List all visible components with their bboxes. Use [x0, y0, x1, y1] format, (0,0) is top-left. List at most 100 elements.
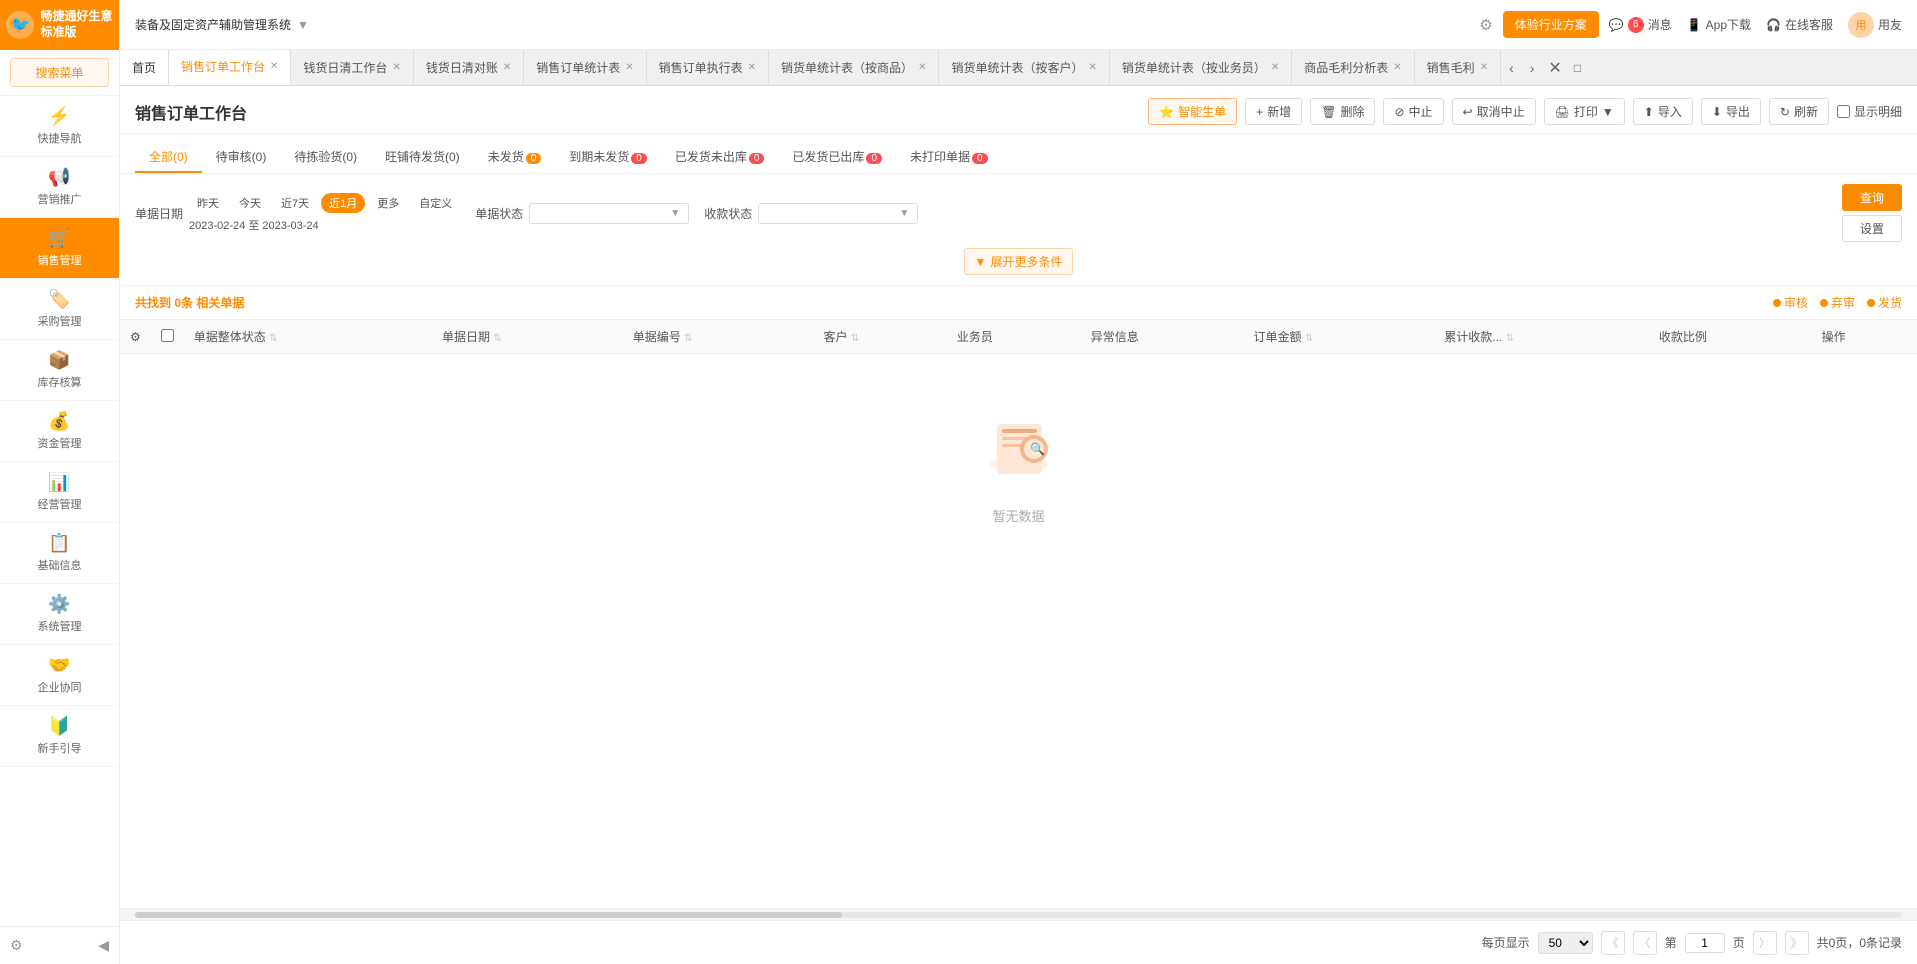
refresh-button[interactable]: ↻ 刷新	[1769, 98, 1829, 125]
col-amount[interactable]: 订单金额 ⇅	[1243, 320, 1434, 354]
pagination-last-btn[interactable]: 》	[1785, 931, 1809, 955]
filter-setting-button[interactable]: 设置	[1842, 215, 1902, 242]
tab-close-sales-profit[interactable]: ✕	[1480, 62, 1488, 73]
sub-tab-not-shipped[interactable]: 未发货0	[474, 142, 556, 173]
pagination-next-btn[interactable]: 〉	[1753, 931, 1777, 955]
tab-sales-workbench[interactable]: 销售订单工作台 ✕	[169, 50, 291, 86]
user-item[interactable]: 用 用友	[1848, 12, 1902, 38]
show-details-checkbox[interactable]	[1837, 105, 1850, 118]
col-settings[interactable]: ⚙	[120, 320, 151, 354]
query-button[interactable]: 查询	[1842, 184, 1902, 211]
filter-date-today[interactable]: 今天	[231, 193, 269, 213]
sidebar-settings-icon[interactable]: ⚙	[10, 937, 23, 954]
horizontal-scrollbar[interactable]	[120, 908, 1917, 920]
online-service-item[interactable]: 🎧 在线客服	[1766, 16, 1833, 33]
message-item[interactable]: 💬 6 消息	[1609, 16, 1672, 33]
tab-sales-stats[interactable]: 销售订单统计表 ✕	[524, 50, 646, 86]
tabs-expand[interactable]: □	[1568, 61, 1587, 75]
tab-sales-exec[interactable]: 销售订单执行表 ✕	[647, 50, 769, 86]
sub-tab-overdue-not-shipped[interactable]: 到期未发货0	[555, 142, 661, 173]
review-action-btn[interactable]: 审核	[1773, 294, 1808, 311]
industry-solution-button[interactable]: 体验行业方案	[1503, 11, 1599, 38]
tab-close-sales-summary-product[interactable]: ✕	[918, 62, 926, 73]
tab-sales-summary-product[interactable]: 销货单统计表（按商品） ✕	[769, 50, 939, 86]
sub-tab-pending-inspect[interactable]: 待拣验货(0)	[280, 142, 371, 173]
pagination-first-btn[interactable]: 《	[1601, 931, 1625, 955]
tab-close-gross-profit[interactable]: ✕	[1393, 62, 1401, 73]
sub-tab-wangpu[interactable]: 旺铺待发货(0)	[371, 142, 474, 173]
sidebar-item-purchase[interactable]: 🏷️ 采购管理	[0, 279, 119, 340]
export-button[interactable]: ⬇ 导出	[1701, 98, 1761, 125]
tab-gross-profit[interactable]: 商品毛利分析表 ✕	[1292, 50, 1414, 86]
tab-sales-profit[interactable]: 销售毛利 ✕	[1415, 50, 1501, 86]
tab-close-sales-exec[interactable]: ✕	[748, 62, 756, 73]
tab-sales-summary-staff[interactable]: 销货单统计表（按业务员） ✕	[1110, 50, 1292, 86]
sidebar-item-operations[interactable]: 📊 经营管理	[0, 462, 119, 523]
col-number[interactable]: 单据编号 ⇅	[623, 320, 814, 354]
sub-tab-not-printed[interactable]: 未打印单据0	[896, 142, 1002, 173]
sidebar-item-guide[interactable]: 🔰 新手引导	[0, 706, 119, 767]
add-button[interactable]: + 新增	[1245, 98, 1302, 125]
filter-status-label: 单据状态	[475, 205, 523, 222]
delete-button[interactable]: 🗑 删除	[1310, 98, 1375, 125]
tabs-nav-next[interactable]: ›	[1522, 60, 1543, 76]
tab-close-sales-summary-staff[interactable]: ✕	[1271, 62, 1279, 73]
expand-filter-button[interactable]: ▼ 展开更多条件	[964, 248, 1074, 275]
show-details-label[interactable]: 显示明细	[1837, 103, 1902, 120]
sub-tab-shipped-out[interactable]: 已发货已出库0	[778, 142, 896, 173]
filter-date-more[interactable]: 更多	[369, 193, 407, 213]
tabs-nav-prev[interactable]: ‹	[1501, 60, 1522, 76]
pagination-prev-btn[interactable]: 〈	[1633, 931, 1657, 955]
filter-date-custom[interactable]: 自定义	[411, 193, 460, 213]
tab-close-cash-daily[interactable]: ✕	[392, 62, 400, 73]
sub-tab-shipped-not-out[interactable]: 已发货未出库0	[661, 142, 779, 173]
sidebar-item-enterprise[interactable]: 🤝 企业协同	[0, 645, 119, 706]
sidebar-collapse-icon[interactable]: ◀	[98, 937, 109, 954]
filter-date-yesterday[interactable]: 昨天	[189, 193, 227, 213]
filter-payment-select[interactable]: ▼	[758, 203, 918, 224]
sidebar-item-marketing[interactable]: 📢 营销推广	[0, 157, 119, 218]
sidebar-item-sales[interactable]: 🛒 销售管理	[0, 218, 119, 279]
stop-button[interactable]: ⊘ 中止	[1383, 98, 1443, 125]
tab-cash-reconcile[interactable]: 钱货日清对账 ✕	[414, 50, 524, 86]
app-download-item[interactable]: 📱 App下载	[1687, 16, 1751, 33]
main-content: 装备及固定资产辅助管理系统 ▼ ⚙ 体验行业方案 💬 6 消息 📱 App下载 …	[120, 0, 1917, 964]
col-customer[interactable]: 客户 ⇅	[813, 320, 946, 354]
tab-close-sales-stats[interactable]: ✕	[625, 62, 633, 73]
tab-close-sales-workbench[interactable]: ✕	[270, 61, 278, 72]
tab-sales-summary-customer[interactable]: 销货单统计表（按客户） ✕	[939, 50, 1109, 86]
sidebar-item-inventory[interactable]: 📦 库存核算	[0, 340, 119, 401]
system-title-dropdown[interactable]: ▼	[297, 18, 309, 32]
search-menu-button[interactable]: 搜索菜单	[10, 58, 109, 87]
import-button[interactable]: ⬆ 导入	[1633, 98, 1693, 125]
tab-cash-daily[interactable]: 钱货日清工作台 ✕	[291, 50, 413, 86]
table-scroll-container[interactable]: ⚙ 单据整体状态 ⇅ 单据日期 ⇅ 单据编号 ⇅ 客户 ⇅ 业务员 异常信息 订…	[120, 319, 1917, 908]
sub-tab-pending-review[interactable]: 待审核(0)	[202, 142, 281, 173]
col-received[interactable]: 累计收款... ⇅	[1434, 320, 1649, 354]
tab-close-sales-summary-customer[interactable]: ✕	[1088, 62, 1096, 73]
filter-date-7days[interactable]: 近7天	[273, 193, 317, 213]
col-date[interactable]: 单据日期 ⇅	[432, 320, 623, 354]
col-status[interactable]: 单据整体状态 ⇅	[184, 320, 432, 354]
scroll-thumb[interactable]	[135, 912, 842, 918]
cancel-review-action-btn[interactable]: 弃审	[1820, 294, 1855, 311]
sidebar-item-base-info[interactable]: 📋 基础信息	[0, 523, 119, 584]
import-icon: ⬆	[1644, 105, 1654, 119]
sidebar-item-quick-nav[interactable]: ⚡ 快捷导航	[0, 96, 119, 157]
cancel-stop-button[interactable]: ↩ 取消中止	[1452, 98, 1536, 125]
sub-tab-all[interactable]: 全部(0)	[135, 142, 202, 173]
select-all-checkbox[interactable]	[161, 329, 174, 342]
filter-status-select[interactable]: ▼	[529, 203, 689, 224]
filter-date-1month[interactable]: 近1月	[321, 193, 365, 213]
tab-home[interactable]: 首页	[120, 50, 169, 86]
pagination-page-input[interactable]	[1685, 933, 1725, 953]
tab-close-cash-reconcile[interactable]: ✕	[503, 62, 511, 73]
smart-generate-button[interactable]: ⭐ 智能生单	[1148, 98, 1237, 125]
sidebar-item-finance[interactable]: 💰 资金管理	[0, 401, 119, 462]
ship-action-btn[interactable]: 发货	[1867, 294, 1902, 311]
topbar-gear-icon[interactable]: ⚙	[1479, 16, 1492, 34]
per-page-select[interactable]: 10 20 50 100	[1538, 932, 1593, 954]
print-button[interactable]: 🖨 打印 ▼	[1544, 98, 1625, 125]
tabs-close-all[interactable]: ✕	[1542, 58, 1567, 78]
sidebar-item-system[interactable]: ⚙️ 系统管理	[0, 584, 119, 645]
